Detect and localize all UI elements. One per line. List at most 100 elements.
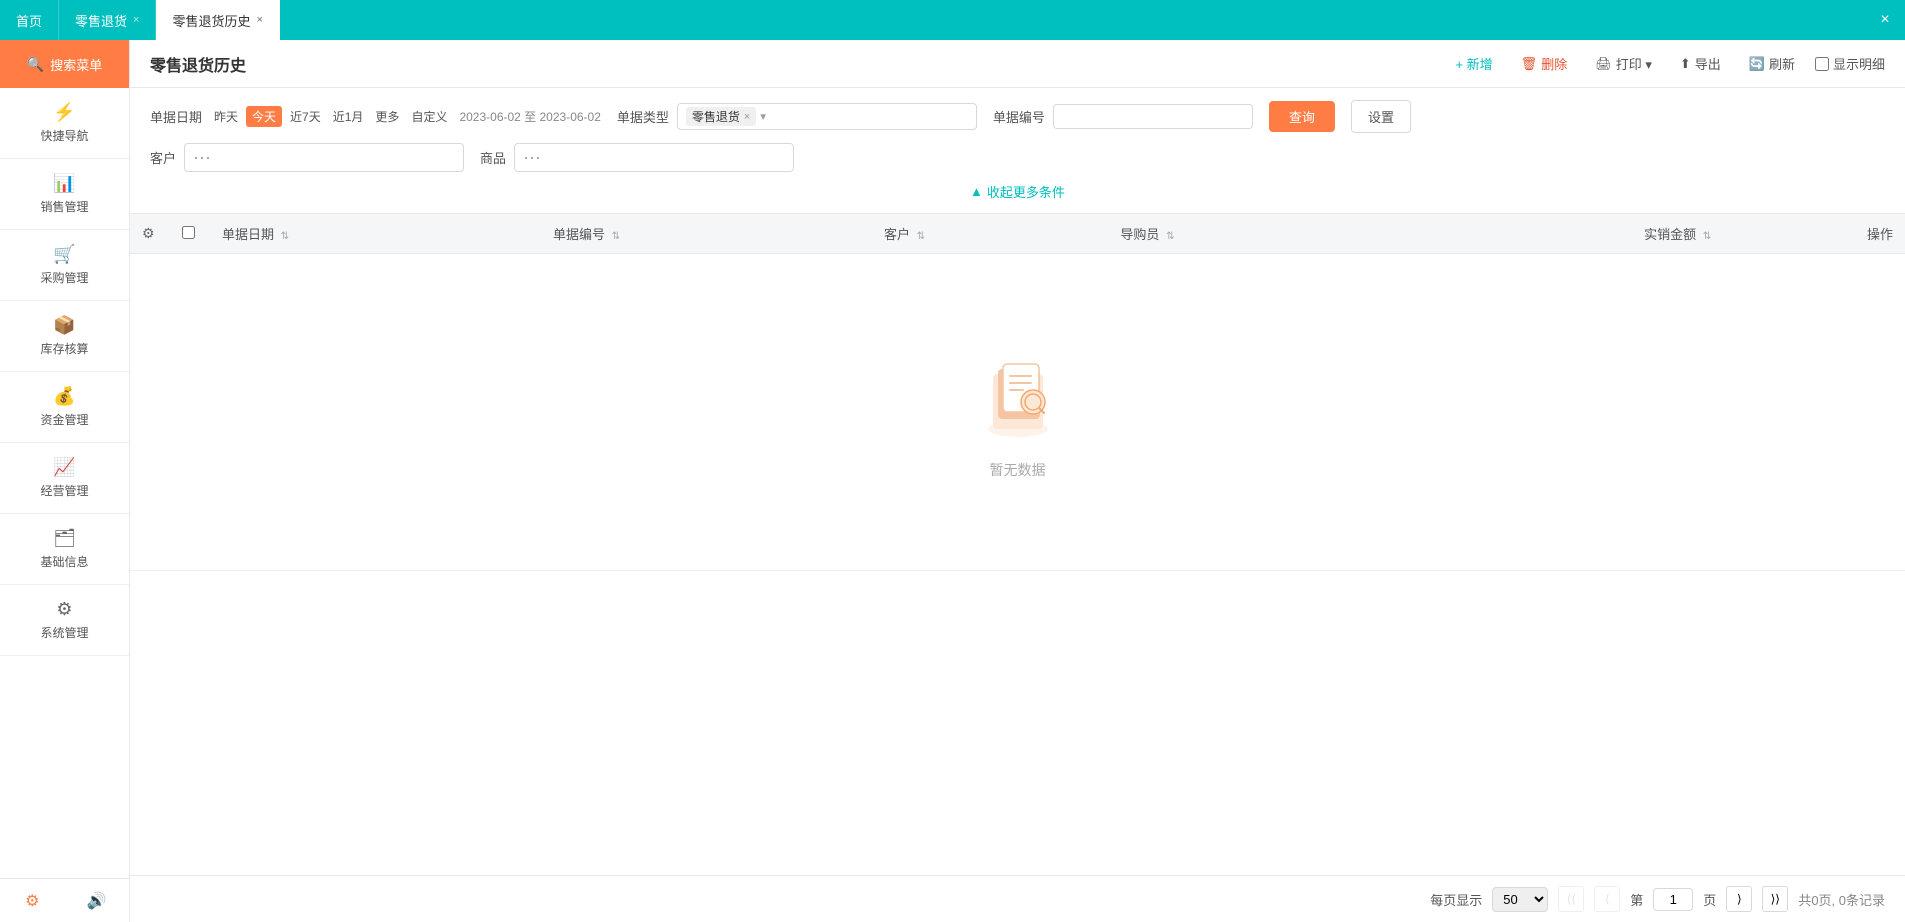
- top-bar: 首页 零售退货 × 零售退货历史 × ×: [0, 0, 1905, 40]
- voucher-no-input[interactable]: [1053, 104, 1253, 129]
- sidebar-item-label: 快捷导航: [40, 127, 88, 144]
- tab-retail-return[interactable]: 零售退货 ×: [59, 0, 156, 40]
- sidebar-search-label: 搜索菜单: [50, 55, 102, 74]
- inventory-icon: 📦: [53, 315, 75, 336]
- sidebar-settings-button[interactable]: ⚙: [0, 879, 65, 922]
- empty-text: 暂无数据: [990, 460, 1046, 480]
- voucher-type-chevron: ▾: [760, 110, 766, 123]
- sidebar-item-sales[interactable]: 📊 销售管理: [0, 159, 129, 230]
- tab-retail-return-close[interactable]: ×: [133, 14, 139, 26]
- page-number-input[interactable]: [1653, 888, 1693, 911]
- sidebar-volume-button[interactable]: 🔊: [65, 879, 130, 922]
- sidebar-item-inventory[interactable]: 📦 库存核算: [0, 301, 129, 372]
- sidebar-nav: ⚡ 快捷导航 📊 销售管理 🛒 采购管理 📦 库存核算 💰 资金管理 📈: [0, 88, 129, 878]
- window-close-button[interactable]: ×: [1865, 0, 1905, 40]
- sidebar-item-purchase[interactable]: 🛒 采购管理: [0, 230, 129, 301]
- main-layout: 🔍 搜索菜单 ⚡ 快捷导航 📊 销售管理 🛒 采购管理 📦 库存核算 💰: [0, 40, 1905, 922]
- total-info: 共0页, 0条记录: [1798, 890, 1885, 909]
- voucher-type-select[interactable]: 零售退货 × ▾: [677, 103, 977, 130]
- sidebar-item-operations[interactable]: 📈 经营管理: [0, 443, 129, 514]
- page-actions: + 新增 🗑 删除 🖨 打印 ▾ ⬆ 导出 🔄 刷新: [1447, 50, 1885, 77]
- empty-state: 暂无数据: [142, 264, 1893, 560]
- date-filter-label: 单据日期: [150, 107, 202, 126]
- collapse-icon: ▲: [970, 184, 983, 199]
- tab-home[interactable]: 首页: [0, 0, 59, 40]
- tab-list: 首页 零售退货 × 零售退货历史 ×: [0, 0, 1865, 40]
- sidebar-item-label: 系统管理: [40, 624, 88, 641]
- goods-filter-group: 商品 ···: [480, 143, 794, 172]
- date-range-display: 2023-06-02 至 2023-06-02: [459, 108, 600, 125]
- query-button[interactable]: 查询: [1269, 101, 1335, 132]
- sort-date-icon[interactable]: ⇅: [281, 231, 289, 242]
- voucher-type-label: 单据类型: [617, 107, 669, 126]
- purchase-icon: 🛒: [53, 244, 75, 265]
- system-icon: ⚙: [56, 599, 72, 620]
- customer-select[interactable]: ···: [184, 143, 464, 172]
- table-settings-button[interactable]: ⚙: [142, 225, 155, 242]
- goods-select[interactable]: ···: [514, 143, 794, 172]
- collapse-filter-button[interactable]: ▲ 收起更多条件: [970, 182, 1065, 201]
- sidebar-item-quicknav[interactable]: ⚡ 快捷导航: [0, 88, 129, 159]
- delete-button[interactable]: 🗑 删除: [1513, 50, 1576, 77]
- tab-retail-return-history[interactable]: 零售退货历史 ×: [156, 0, 279, 40]
- page-header: 零售退货历史 + 新增 🗑 删除 🖨 打印 ▾ ⬆ 导出 🔄 刷新: [130, 40, 1905, 88]
- sidebar-item-label: 资金管理: [40, 411, 88, 428]
- sidebar-search[interactable]: 🔍 搜索菜单: [0, 40, 129, 88]
- date-1month[interactable]: 近1月: [329, 106, 368, 127]
- search-icon: 🔍: [27, 56, 44, 73]
- refresh-button[interactable]: 🔄 刷新: [1741, 50, 1803, 77]
- sidebar-item-finance[interactable]: 💰 资金管理: [0, 372, 129, 443]
- date-7days[interactable]: 近7天: [286, 106, 325, 127]
- col-actions: 操作: [1723, 214, 1905, 254]
- filter-row-1: 单据日期 昨天 今天 近7天 近1月 更多 自定义 2023-06-02 至 2…: [150, 100, 1885, 133]
- col-customer: 客户 ⇅: [872, 214, 1108, 254]
- first-page-button[interactable]: ⟨⟨: [1558, 886, 1584, 912]
- sidebar: 🔍 搜索菜单 ⚡ 快捷导航 📊 销售管理 🛒 采购管理 📦 库存核算 💰: [0, 40, 130, 922]
- prev-page-button[interactable]: ⟨: [1594, 886, 1620, 912]
- last-page-button[interactable]: ⟩⟩: [1762, 886, 1788, 912]
- sort-amount-icon[interactable]: ⇅: [1703, 231, 1711, 242]
- voucher-no-label: 单据编号: [993, 107, 1045, 126]
- customer-label: 客户: [150, 148, 176, 167]
- sidebar-item-label: 经营管理: [40, 482, 88, 499]
- quicknav-icon: ⚡: [53, 102, 75, 123]
- filter-area: 单据日期 昨天 今天 近7天 近1月 更多 自定义 2023-06-02 至 2…: [130, 88, 1905, 214]
- show-detail-label: 显示明细: [1815, 54, 1885, 73]
- page-title: 零售退货历史: [150, 52, 246, 76]
- pagination-bar: 每页显示 50 20 100 ⟨⟨ ⟨ 第 页 ⟩ ⟩⟩ 共0页, 0条记录: [130, 875, 1905, 922]
- voucher-type-tag-close[interactable]: ×: [744, 111, 750, 123]
- sort-customer-icon[interactable]: ⇅: [917, 231, 925, 242]
- print-button[interactable]: 🖨 打印 ▾: [1587, 50, 1660, 77]
- customer-filter-group: 客户 ···: [150, 143, 464, 172]
- date-today[interactable]: 今天: [246, 106, 282, 127]
- col-amount: 实销金额 ⇅: [1392, 214, 1723, 254]
- sort-no-icon[interactable]: ⇅: [612, 231, 620, 242]
- show-detail-checkbox[interactable]: [1815, 57, 1829, 71]
- sidebar-item-system[interactable]: ⚙ 系统管理: [0, 585, 129, 656]
- date-more[interactable]: 更多: [371, 106, 403, 127]
- finance-icon: 💰: [53, 386, 75, 407]
- filter-row-2: 客户 ··· 商品 ···: [150, 143, 1885, 172]
- collapse-label: 收起更多条件: [987, 182, 1065, 201]
- export-button[interactable]: ⬆ 导出: [1672, 50, 1729, 77]
- sort-guide-icon[interactable]: ⇅: [1166, 231, 1174, 242]
- date-yesterday[interactable]: 昨天: [210, 106, 242, 127]
- table-area: ⚙ 单据日期 ⇅ 单据编号 ⇅: [130, 214, 1905, 875]
- page-unit: 页: [1703, 890, 1716, 909]
- next-page-button[interactable]: ⟩: [1726, 886, 1752, 912]
- per-page-select[interactable]: 50 20 100: [1492, 887, 1548, 912]
- sales-icon: 📊: [53, 173, 75, 194]
- empty-illustration: [968, 344, 1068, 444]
- delete-icon: 🗑: [1521, 56, 1538, 72]
- date-filter-group: 单据日期 昨天 今天 近7天 近1月 更多 自定义 2023-06-02 至 2…: [150, 106, 601, 127]
- date-shortcuts: 昨天 今天 近7天 近1月 更多 自定义: [210, 106, 451, 127]
- col-date: 单据日期 ⇅: [210, 214, 541, 254]
- page-label: 第: [1630, 890, 1643, 909]
- tab-retail-return-history-close[interactable]: ×: [256, 14, 262, 26]
- voucher-type-group: 单据类型 零售退货 × ▾: [617, 103, 977, 130]
- settings-filter-button[interactable]: 设置: [1351, 100, 1411, 133]
- sidebar-item-basicinfo[interactable]: 🗂 基础信息: [0, 514, 129, 585]
- date-custom[interactable]: 自定义: [407, 106, 451, 127]
- new-button[interactable]: + 新增: [1447, 50, 1500, 77]
- select-all-checkbox[interactable]: [182, 226, 195, 239]
